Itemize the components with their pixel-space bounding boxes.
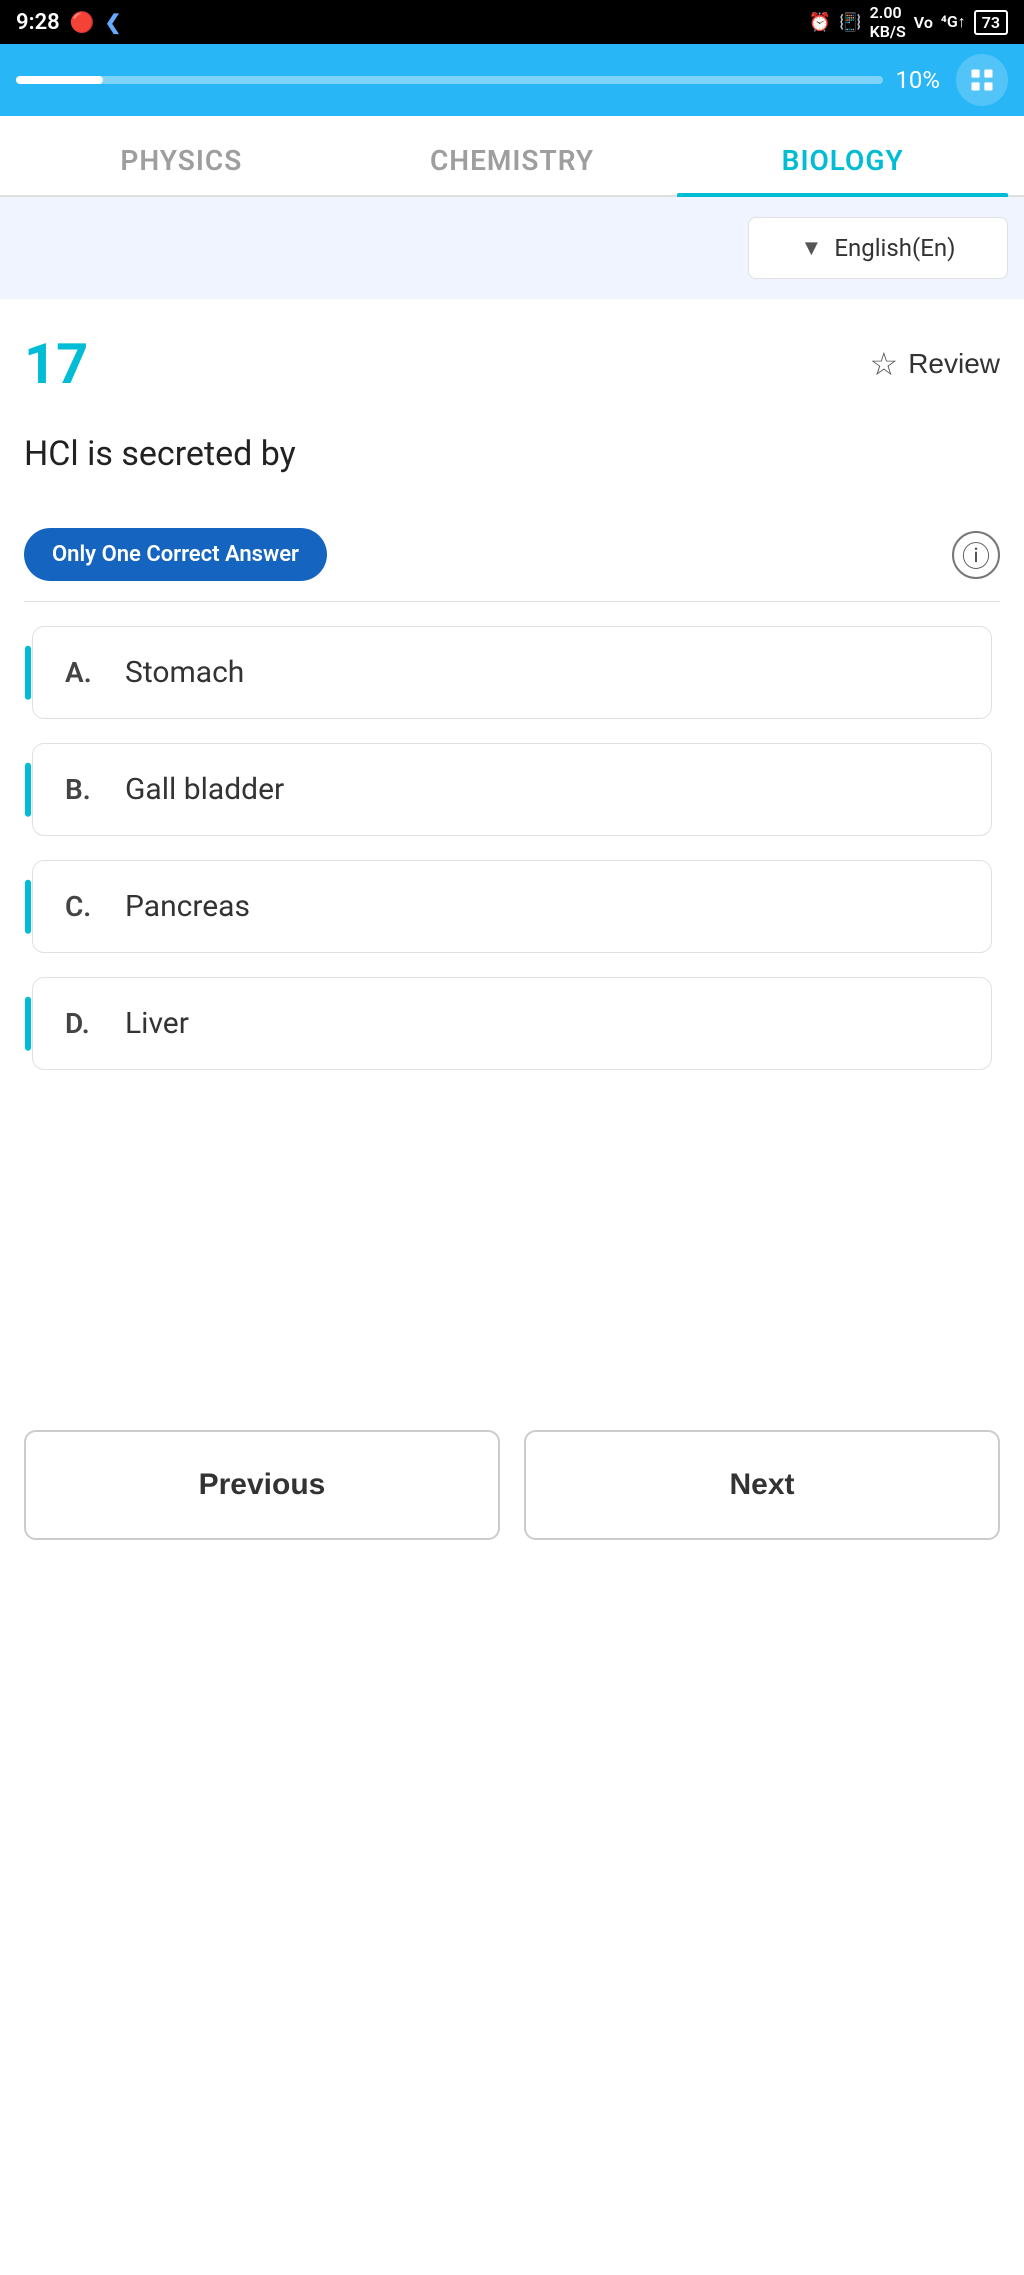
option-a-text: Stomach <box>125 655 244 690</box>
option-c-text: Pancreas <box>125 889 250 924</box>
tab-biology[interactable]: BIOLOGY <box>677 116 1008 195</box>
option-d-text: Liver <box>125 1006 189 1041</box>
vibrate-icon: 📳 <box>839 12 861 33</box>
option-d-letter: D. <box>65 1007 101 1040</box>
info-icon[interactable]: ⓘ <box>952 531 1000 579</box>
chevron-down-icon: ▼ <box>801 235 823 261</box>
alarm-icon: ⏰ <box>809 12 831 33</box>
subject-tabs: PHYSICS CHEMISTRY BIOLOGY <box>0 116 1024 197</box>
option-b-text: Gall bladder <box>125 772 284 807</box>
review-button[interactable]: ☆ Review <box>870 345 1001 383</box>
option-d[interactable]: D. Liver <box>32 977 992 1070</box>
status-icon-record: 🔴 <box>70 10 95 34</box>
speed-indicator: 2.00KB/S <box>870 3 906 41</box>
divider <box>24 601 1000 602</box>
progress-area: 10% <box>0 44 1024 116</box>
option-b-letter: B. <box>65 773 101 806</box>
status-time: 9:28 <box>16 10 60 35</box>
options-list: A. Stomach B. Gall bladder C. Pancreas D… <box>24 626 1000 1070</box>
progress-track <box>16 76 883 84</box>
status-icon-back: ❮ <box>105 10 122 34</box>
grid-svg <box>968 66 996 94</box>
next-button[interactable]: Next <box>524 1430 1000 1540</box>
option-c-letter: C. <box>65 890 101 923</box>
tab-chemistry[interactable]: CHEMISTRY <box>347 116 678 195</box>
option-a-letter: A. <box>65 656 101 689</box>
question-area: 17 ☆ Review HCl is secreted by Only One … <box>0 299 1024 1090</box>
progress-fill <box>16 76 103 84</box>
navigation-buttons: Previous Next <box>0 1390 1024 1588</box>
question-number: 17 <box>24 331 88 397</box>
star-icon: ☆ <box>870 345 899 383</box>
signal-icon: ⁴G↑ <box>941 12 966 32</box>
grid-icon-button[interactable] <box>956 54 1008 106</box>
language-selector[interactable]: ▼ English(En) <box>748 217 1008 279</box>
previous-button[interactable]: Previous <box>24 1430 500 1540</box>
question-header: 17 ☆ Review <box>24 331 1000 397</box>
answer-type-row: Only One Correct Answer ⓘ <box>24 528 1000 581</box>
option-a[interactable]: A. Stomach <box>32 626 992 719</box>
answer-type-badge: Only One Correct Answer <box>24 528 327 581</box>
battery-icon: 73 <box>974 10 1008 35</box>
tab-physics[interactable]: PHYSICS <box>16 116 347 195</box>
status-bar: 9:28 🔴 ❮ ⏰ 📳 2.00KB/S Vo ⁴G↑ 73 <box>0 0 1024 44</box>
network-icon: Vo <box>914 13 933 32</box>
review-label: Review <box>908 348 1000 380</box>
language-label: English(En) <box>834 234 955 262</box>
option-b[interactable]: B. Gall bladder <box>32 743 992 836</box>
progress-percent: 10% <box>895 66 940 94</box>
question-text: HCl is secreted by <box>24 429 1000 480</box>
language-area: ▼ English(En) <box>0 197 1024 299</box>
option-c[interactable]: C. Pancreas <box>32 860 992 953</box>
